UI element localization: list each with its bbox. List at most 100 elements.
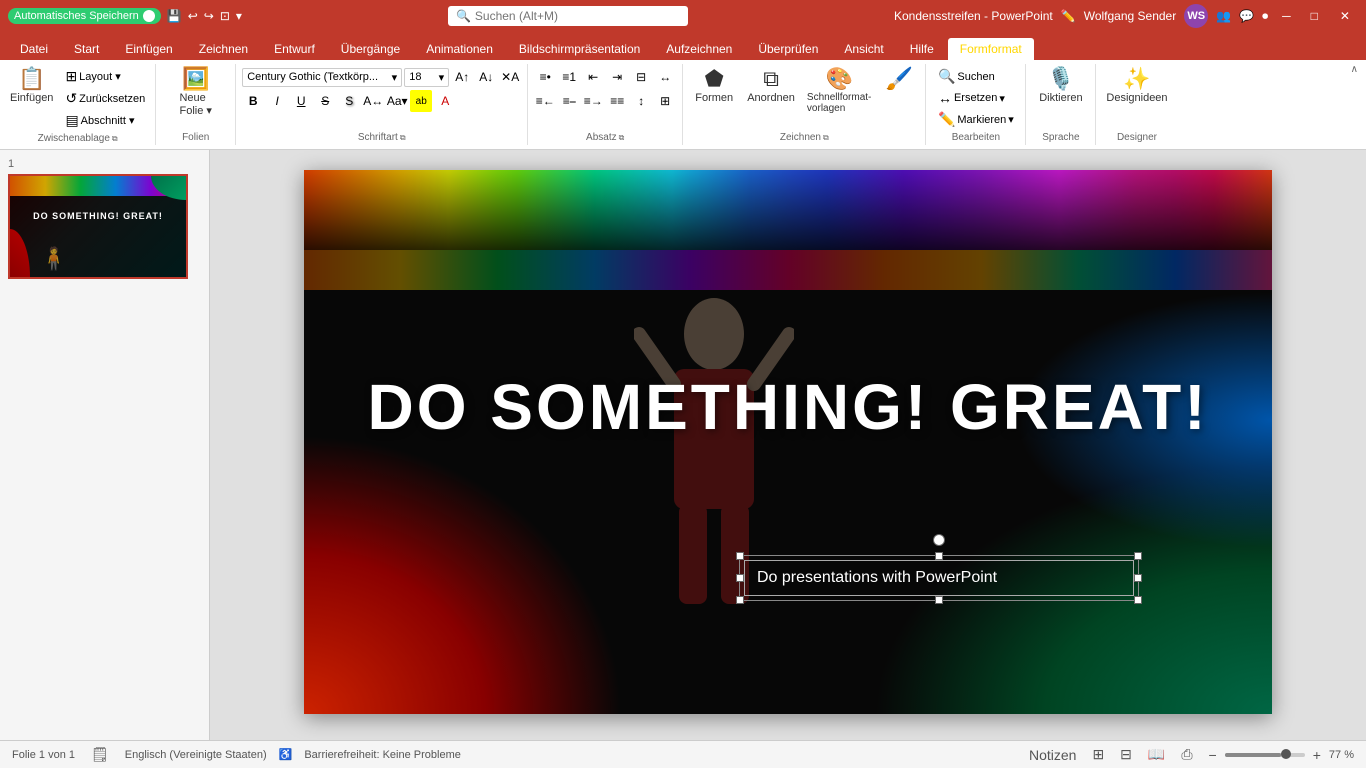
reading-view-icon[interactable]: 📖 [1144, 744, 1169, 765]
tab-einfuegen[interactable]: Einfügen [113, 38, 184, 60]
subtitle-textbox[interactable]: Do presentations with PowerPoint [744, 560, 1134, 596]
clear-format-btn[interactable]: ✕A [499, 66, 521, 88]
dir-btn[interactable]: ↔ [654, 66, 676, 88]
tab-start[interactable]: Start [62, 38, 111, 60]
expand-zeichnen-icon[interactable]: ⧉ [823, 133, 829, 143]
anordnen-btn[interactable]: ⧉ Anordnen [743, 66, 799, 106]
titlebar-title: 🔍 [448, 6, 688, 26]
custom-quick-icon[interactable]: ⊡ [220, 9, 230, 23]
strikethrough-btn[interactable]: S [314, 90, 336, 112]
search-box[interactable]: 🔍 [448, 6, 688, 26]
ersetzen-btn[interactable]: ↔ Ersetzen ▾ [934, 88, 1018, 108]
char-spacing-btn[interactable]: A↔ [362, 90, 384, 112]
slide-main-title[interactable]: DO SOMETHING! GREAT! [304, 370, 1272, 444]
tab-ueberpruefen[interactable]: Überprüfen [746, 38, 830, 60]
diktieren-btn[interactable]: 🎙️ Diktieren [1033, 66, 1088, 106]
abschnitt-btn[interactable]: ▤ Abschnitt ▾ [61, 110, 149, 131]
zoom-thumb[interactable] [1281, 749, 1291, 759]
italic-btn[interactable]: I [266, 90, 288, 112]
formen-btn[interactable]: ⬟ Formen [689, 66, 739, 106]
normal-view-icon[interactable]: ⊞ [1088, 744, 1108, 765]
tab-aufzeichnen[interactable]: Aufzeichnen [654, 38, 744, 60]
einfuegen-btn[interactable]: 📋 Einfügen [6, 66, 57, 106]
zoom-bar[interactable] [1225, 753, 1305, 757]
record-icon[interactable]: ⏺ [1262, 9, 1268, 24]
slide-subtitle[interactable]: Do presentations with PowerPoint [757, 569, 1121, 587]
zoom-plus-btn[interactable]: + [1309, 745, 1325, 765]
save-icon[interactable]: 💾 [167, 9, 182, 23]
slide-sorter-icon[interactable]: ⊟ [1116, 744, 1136, 765]
toggle-dot [143, 10, 155, 22]
shadow-btn[interactable]: S [338, 90, 360, 112]
presenter-view-icon[interactable]: ⎙ [1177, 744, 1196, 765]
designideen-btn[interactable]: ✨ Designideen [1102, 66, 1171, 106]
suchen-btn[interactable]: 🔍 Suchen [934, 66, 1018, 87]
highlight-btn[interactable]: ab [410, 90, 432, 112]
tab-bildschirm[interactable]: Bildschirmpräsentation [507, 38, 652, 60]
tab-formformat[interactable]: Formformat [948, 38, 1034, 60]
share-icon[interactable]: 👥 [1216, 9, 1231, 23]
zoom-minus-btn[interactable]: − [1205, 745, 1221, 765]
tab-hilfe[interactable]: Hilfe [898, 38, 946, 60]
absatz-content: ≡• ≡1 ⇤ ⇥ ⊟ ↔ ≡← ≡⎯ ≡→ ≡≡ ↕ ⊞ [534, 66, 676, 130]
tab-zeichnen[interactable]: Zeichnen [187, 38, 260, 60]
numbered-btn[interactable]: ≡1 [558, 66, 580, 88]
zuruecksetzen-btn[interactable]: ↺ Zurücksetzen [61, 88, 149, 109]
pen-icon[interactable]: ✏️ [1061, 9, 1076, 23]
tab-datei[interactable]: Datei [8, 38, 60, 60]
tab-entwurf[interactable]: Entwurf [262, 38, 327, 60]
slide-thumbnail[interactable]: DO SOMETHING! GREAT! 🧍 [8, 174, 188, 279]
change-case-btn[interactable]: Aa▾ [386, 90, 408, 112]
align-right-btn[interactable]: ≡→ [582, 90, 604, 112]
undo-icon[interactable]: ↩ [188, 9, 198, 23]
restore-btn[interactable]: □ [1305, 7, 1324, 25]
more-icon[interactable]: ▾ [236, 9, 242, 23]
tab-uebergaenge[interactable]: Übergänge [329, 38, 412, 60]
smartart-btn[interactable]: ⊞ [654, 90, 676, 112]
schriftart-label: Schriftart ⧉ [358, 130, 406, 143]
notes-btn[interactable]: 🗒 [87, 744, 113, 765]
expand-zwischenablage-icon[interactable]: ⧉ [112, 134, 118, 144]
align-center-btn[interactable]: ≡⎯ [558, 90, 580, 112]
underline-btn[interactable]: U [290, 90, 312, 112]
bold-btn[interactable]: B [242, 90, 264, 112]
font-size-selector[interactable]: 18 ▾ [404, 68, 449, 87]
zuruecksetzen-label: Zurücksetzen [79, 93, 145, 105]
decrease-size-btn[interactable]: A↓ [475, 66, 497, 88]
increase-size-btn[interactable]: A↑ [451, 66, 473, 88]
arrange-icon: ⧉ [763, 68, 779, 90]
user-avatar[interactable]: WS [1184, 4, 1208, 28]
redo-icon[interactable]: ↪ [204, 9, 214, 23]
statusbar-left: Folie 1 von 1 🗒 Englisch (Vereinigte Sta… [12, 744, 461, 765]
expand-absatz-icon[interactable]: ⧉ [619, 133, 625, 143]
layout-btn[interactable]: ⊞ Layout ▾ [61, 66, 149, 87]
zeichnen-label: Zeichnen ⧉ [780, 130, 829, 143]
notes-label[interactable]: Notizen [1025, 745, 1080, 765]
markieren-btn[interactable]: ✏️ Markieren ▾ [934, 109, 1018, 130]
titlebar: Automatisches Speichern 💾 ↩ ↪ ⊡ ▾ 🔍 Kond… [0, 0, 1366, 32]
align-left-btn[interactable]: ≡← [534, 90, 556, 112]
font-selector[interactable]: Century Gothic (Textkörp... ▾ [242, 68, 402, 87]
tab-ansicht[interactable]: Ansicht [832, 38, 895, 60]
bullets-btn[interactable]: ≡• [534, 66, 556, 88]
neue-folie-btn[interactable]: 🖼️ NeueFolie ▾ [166, 66, 226, 119]
farbe-btn[interactable]: 🖌️ [879, 66, 919, 92]
search-input[interactable] [475, 9, 655, 23]
decrease-indent-btn[interactable]: ⇤ [582, 66, 604, 88]
minimize-btn[interactable]: ─ [1276, 7, 1297, 25]
columns-btn[interactable]: ⊟ [630, 66, 652, 88]
zwischenablage-content: 📋 Einfügen ⊞ Layout ▾ ↺ Zurücksetzen ▤ A… [6, 66, 149, 131]
ersetzen-label: Ersetzen [954, 92, 997, 104]
schnellformat-btn[interactable]: 🎨 Schnellformat-vorlagen [803, 66, 875, 116]
autosave-toggle[interactable]: Automatisches Speichern [8, 8, 161, 24]
collapse-ribbon-btn[interactable]: ∧ [1351, 64, 1358, 75]
increase-indent-btn[interactable]: ⇥ [606, 66, 628, 88]
slide-canvas[interactable]: DO SOMETHING! GREAT! Do presentations wi… [304, 170, 1272, 714]
line-spacing-btn[interactable]: ↕ [630, 90, 652, 112]
tab-animationen[interactable]: Animationen [414, 38, 505, 60]
justify-btn[interactable]: ≡≡ [606, 90, 628, 112]
comment-icon[interactable]: 💬 [1239, 9, 1254, 23]
font-color-btn[interactable]: A [434, 90, 456, 112]
expand-schriftart-icon[interactable]: ⧉ [400, 133, 406, 143]
close-btn[interactable]: ✕ [1332, 7, 1358, 25]
